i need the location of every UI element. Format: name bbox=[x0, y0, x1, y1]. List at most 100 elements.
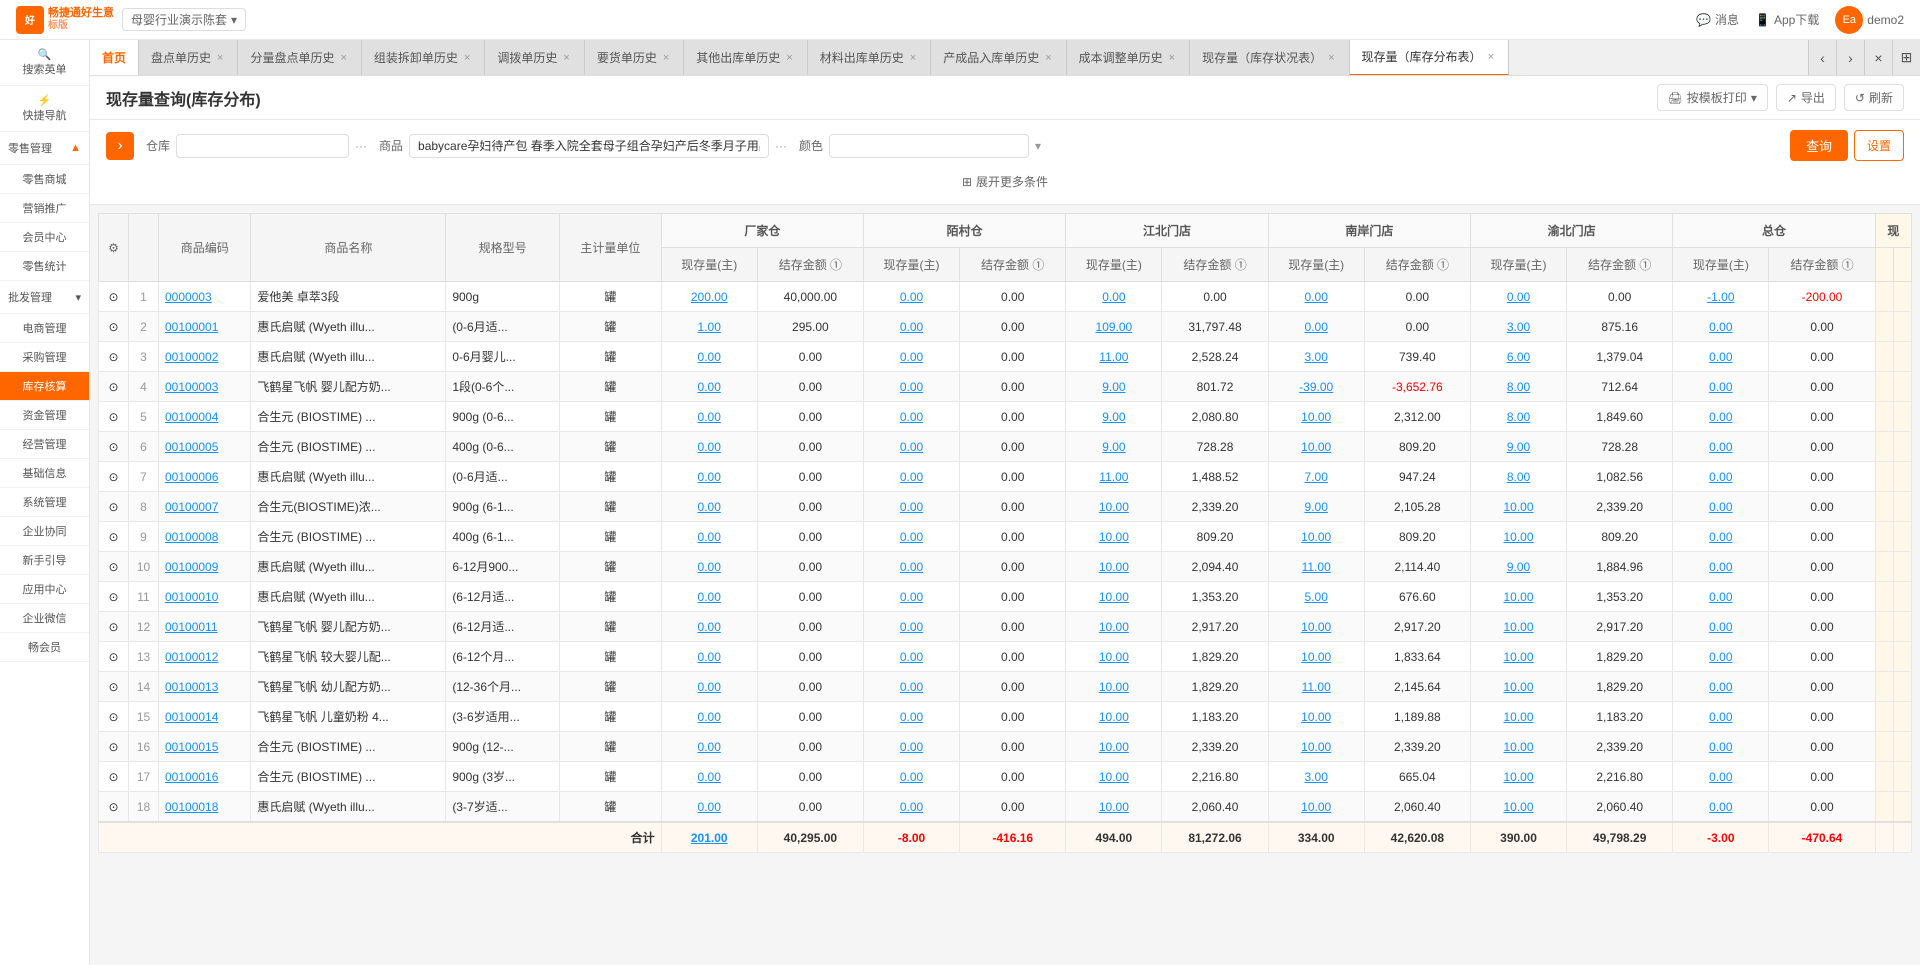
row-jiangbei-qty[interactable]: 10.00 bbox=[1066, 792, 1162, 823]
row-jiangbei-qty[interactable]: 11.00 bbox=[1066, 342, 1162, 372]
row-zongcang-qty[interactable]: 0.00 bbox=[1673, 672, 1769, 702]
row-settings[interactable]: ⊙ bbox=[99, 642, 129, 672]
row-changjiacao-qty[interactable]: 1.00 bbox=[661, 312, 757, 342]
row-jiangbei-qty[interactable]: 10.00 bbox=[1066, 762, 1162, 792]
row-mucun-qty[interactable]: 0.00 bbox=[864, 312, 960, 342]
tab-assemble[interactable]: 组装拆卸单历史 × bbox=[362, 40, 485, 76]
row-yubei-qty[interactable]: 10.00 bbox=[1471, 792, 1567, 823]
row-zongcang-qty[interactable]: 0.00 bbox=[1673, 552, 1769, 582]
row-settings[interactable]: ⊙ bbox=[99, 552, 129, 582]
tab-next-btn[interactable]: › bbox=[1836, 40, 1864, 76]
row-jiangbei-qty[interactable]: 11.00 bbox=[1066, 462, 1162, 492]
row-jiangbei-qty[interactable]: 10.00 bbox=[1066, 672, 1162, 702]
tab-prodin[interactable]: 产成品入库单历史 × bbox=[931, 40, 1066, 76]
row-yubei-qty[interactable]: 10.00 bbox=[1471, 732, 1567, 762]
row-nanan-qty[interactable]: 11.00 bbox=[1268, 672, 1364, 702]
row-nanan-qty[interactable]: 0.00 bbox=[1268, 312, 1364, 342]
query-btn[interactable]: 查询 bbox=[1790, 130, 1848, 161]
row-zongcang-qty[interactable]: -1.00 bbox=[1673, 282, 1769, 312]
user-menu[interactable]: Ea demo2 bbox=[1835, 6, 1904, 34]
row-settings[interactable]: ⊙ bbox=[99, 732, 129, 762]
row-changjiacao-qty[interactable]: 0.00 bbox=[661, 462, 757, 492]
sidebar-item-basic[interactable]: 基础信息 bbox=[0, 459, 89, 488]
row-yubei-qty[interactable]: 3.00 bbox=[1471, 312, 1567, 342]
row-zongcang-qty[interactable]: 0.00 bbox=[1673, 612, 1769, 642]
row-yubei-qty[interactable]: 6.00 bbox=[1471, 342, 1567, 372]
row-mucun-qty[interactable]: 0.00 bbox=[864, 582, 960, 612]
tab-requisition[interactable]: 要货单历史 × bbox=[585, 40, 684, 76]
row-changjiacao-qty[interactable]: 0.00 bbox=[661, 522, 757, 552]
color-input[interactable] bbox=[829, 134, 1029, 158]
tab-close-requisition[interactable]: × bbox=[661, 52, 671, 64]
col-settings[interactable]: ⚙ bbox=[99, 214, 129, 282]
setting-btn[interactable]: 设置 bbox=[1854, 130, 1904, 161]
sidebar-item-system[interactable]: 系统管理 bbox=[0, 488, 89, 517]
row-changjiacao-qty[interactable]: 0.00 bbox=[661, 702, 757, 732]
row-code[interactable]: 00100018 bbox=[159, 792, 251, 823]
tab-otherout[interactable]: 其他出库单历史 × bbox=[684, 40, 807, 76]
goods-dots[interactable]: ··· bbox=[775, 139, 787, 153]
row-mucun-qty[interactable]: 0.00 bbox=[864, 702, 960, 732]
sidebar-item-wechat[interactable]: 企业微信 bbox=[0, 604, 89, 633]
row-zongcang-qty[interactable]: 0.00 bbox=[1673, 372, 1769, 402]
row-changjiacao-qty[interactable]: 0.00 bbox=[661, 732, 757, 762]
tab-close-materialout[interactable]: × bbox=[908, 52, 918, 64]
tab-close-assemble[interactable]: × bbox=[462, 52, 472, 64]
tab-close-costadj[interactable]: × bbox=[1167, 52, 1177, 64]
row-yubei-qty[interactable]: 8.00 bbox=[1471, 462, 1567, 492]
row-mucun-qty[interactable]: 0.00 bbox=[864, 282, 960, 312]
sidebar-item-inventory[interactable]: 库存核算 bbox=[0, 372, 89, 401]
sidebar-item-finance[interactable]: 资金管理 bbox=[0, 401, 89, 430]
row-nanan-qty[interactable]: 10.00 bbox=[1268, 432, 1364, 462]
row-yubei-qty[interactable]: 10.00 bbox=[1471, 582, 1567, 612]
row-yubei-qty[interactable]: 9.00 bbox=[1471, 432, 1567, 462]
row-code[interactable]: 00100008 bbox=[159, 522, 251, 552]
tab-partstocktake[interactable]: 分量盘点单历史 × bbox=[238, 40, 361, 76]
row-yubei-qty[interactable]: 8.00 bbox=[1471, 402, 1567, 432]
row-changjiacao-qty[interactable]: 0.00 bbox=[661, 612, 757, 642]
row-settings[interactable]: ⊙ bbox=[99, 372, 129, 402]
tab-stock-dist[interactable]: 现存量（库存分布表） × bbox=[1350, 40, 1509, 76]
goods-input[interactable] bbox=[409, 134, 769, 158]
row-nanan-qty[interactable]: 9.00 bbox=[1268, 492, 1364, 522]
message-btn[interactable]: 💬 消息 bbox=[1696, 11, 1739, 28]
row-nanan-qty[interactable]: 3.00 bbox=[1268, 342, 1364, 372]
row-changjiacao-qty[interactable]: 0.00 bbox=[661, 672, 757, 702]
tab-close-all-btn[interactable]: × bbox=[1864, 40, 1892, 76]
tab-materialout[interactable]: 材料出库单历史 × bbox=[808, 40, 931, 76]
row-mucun-qty[interactable]: 0.00 bbox=[864, 402, 960, 432]
row-nanan-qty[interactable]: 0.00 bbox=[1268, 282, 1364, 312]
row-mucun-qty[interactable]: 0.00 bbox=[864, 342, 960, 372]
row-settings[interactable]: ⊙ bbox=[99, 702, 129, 732]
row-zongcang-qty[interactable]: 0.00 bbox=[1673, 402, 1769, 432]
row-code[interactable]: 00100016 bbox=[159, 762, 251, 792]
row-yubei-qty[interactable]: 10.00 bbox=[1471, 642, 1567, 672]
refresh-btn[interactable]: ↺ 刷新 bbox=[1844, 84, 1904, 111]
row-mucun-qty[interactable]: 0.00 bbox=[864, 792, 960, 823]
row-jiangbei-qty[interactable]: 0.00 bbox=[1066, 282, 1162, 312]
filter-toggle-btn[interactable]: › bbox=[106, 132, 134, 160]
row-nanan-qty[interactable]: 10.00 bbox=[1268, 792, 1364, 823]
row-code[interactable]: 00100011 bbox=[159, 612, 251, 642]
table-container[interactable]: ⚙ 商品编码 商品名称 规格型号 主计量单位 厂家仓 陌村仓 江北门店 南岸门店… bbox=[90, 205, 1920, 965]
app-download-btn[interactable]: 📱 App下载 bbox=[1755, 11, 1819, 28]
row-changjiacao-qty[interactable]: 0.00 bbox=[661, 372, 757, 402]
tab-close-otherout[interactable]: × bbox=[784, 52, 794, 64]
row-jiangbei-qty[interactable]: 10.00 bbox=[1066, 492, 1162, 522]
row-changjiacao-qty[interactable]: 0.00 bbox=[661, 582, 757, 612]
tab-transfer[interactable]: 调拨单历史 × bbox=[485, 40, 584, 76]
row-nanan-qty[interactable]: 10.00 bbox=[1268, 642, 1364, 672]
row-yubei-qty[interactable]: 9.00 bbox=[1471, 552, 1567, 582]
row-yubei-qty[interactable]: 10.00 bbox=[1471, 672, 1567, 702]
row-mucun-qty[interactable]: 0.00 bbox=[864, 762, 960, 792]
sidebar-item-ecommerce[interactable]: 电商管理 bbox=[0, 314, 89, 343]
row-nanan-qty[interactable]: 5.00 bbox=[1268, 582, 1364, 612]
row-changjiacao-qty[interactable]: 0.00 bbox=[661, 552, 757, 582]
row-changjiacao-qty[interactable]: 200.00 bbox=[661, 282, 757, 312]
row-nanan-qty[interactable]: 10.00 bbox=[1268, 612, 1364, 642]
row-code[interactable]: 00100014 bbox=[159, 702, 251, 732]
row-yubei-qty[interactable]: 8.00 bbox=[1471, 372, 1567, 402]
row-code[interactable]: 00100002 bbox=[159, 342, 251, 372]
row-jiangbei-qty[interactable]: 109.00 bbox=[1066, 312, 1162, 342]
row-settings[interactable]: ⊙ bbox=[99, 492, 129, 522]
